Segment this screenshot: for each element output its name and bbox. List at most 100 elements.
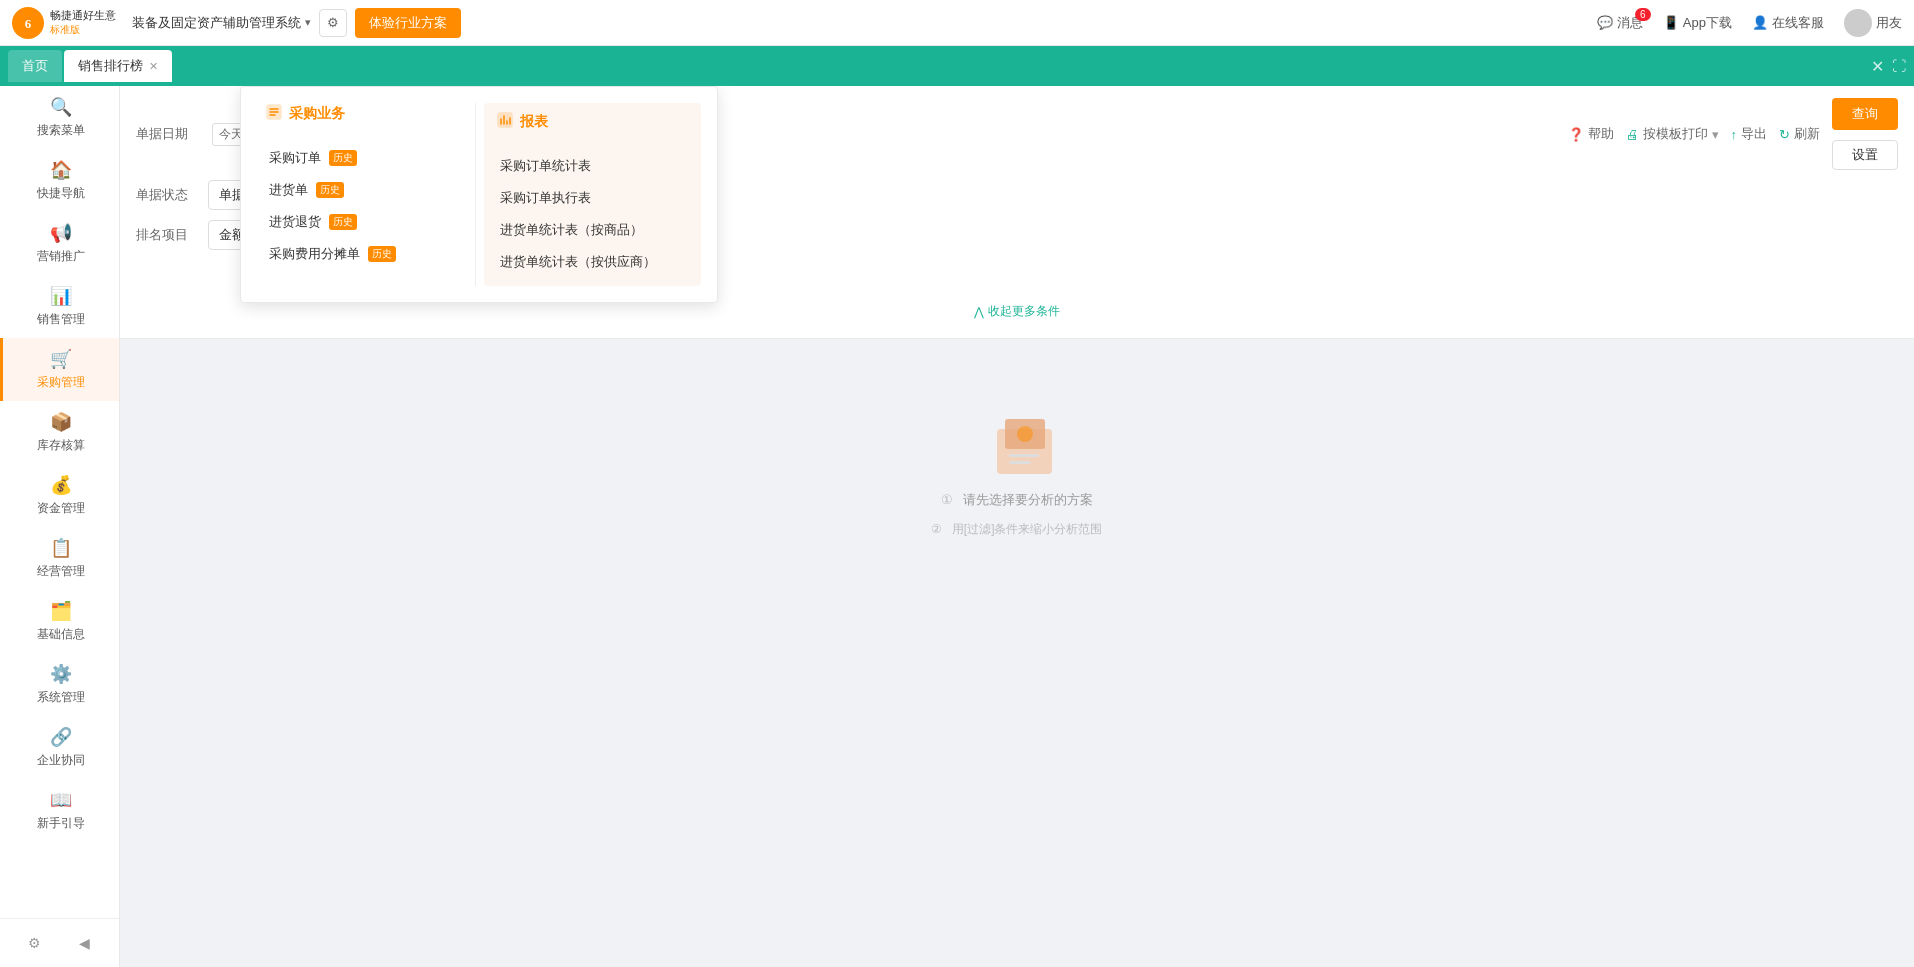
app-download-label: App下载	[1683, 14, 1732, 32]
sidebar-item-marketing[interactable]: 📢 营销推广	[0, 212, 119, 275]
sidebar-label-basic-info: 基础信息	[37, 626, 85, 643]
inventory-icon: 📦	[50, 411, 72, 433]
basic-info-icon: 🗂️	[50, 600, 72, 622]
home-icon: 🏠	[50, 159, 72, 181]
guide-icon: 📖	[50, 789, 72, 811]
main-layout: 🔍 搜索菜单 🏠 快捷导航 📢 营销推广 📊 销售管理 🛒 采购管理 📦 库存核…	[0, 86, 1914, 967]
sidebar-item-inventory[interactable]: 📦 库存核算	[0, 401, 119, 464]
sidebar-item-purchase[interactable]: 🛒 采购管理	[0, 338, 119, 401]
service-icon: 👤	[1752, 15, 1768, 30]
sidebar: 🔍 搜索菜单 🏠 快捷导航 📢 营销推广 📊 销售管理 🛒 采购管理 📦 库存核…	[0, 86, 120, 967]
menu-section-report-title: 报表	[496, 111, 690, 138]
industry-btn[interactable]: 体验行业方案	[355, 8, 461, 38]
menu-item-incoming-stats-goods[interactable]: 进货单统计表（按商品）	[496, 214, 690, 246]
refresh-icon: ↻	[1779, 127, 1790, 142]
svg-rect-8	[1009, 461, 1031, 464]
purchase-business-icon	[265, 103, 283, 124]
logo-text-block: 畅捷通好生意 标准版	[50, 8, 116, 36]
incoming-badge: 历史	[316, 182, 344, 198]
svg-point-3	[1850, 27, 1866, 35]
dropdown-menu: 采购业务 采购订单 历史 进货单 历史 进货退货 历史 采购费用分摊单 历史	[240, 86, 718, 303]
sidebar-label-quick-nav: 快捷导航	[37, 185, 85, 202]
settings-icon-button[interactable]: ⚙	[319, 9, 347, 37]
empty-state: ① 请先选择要分析的方案 ② 用[过滤]条件来缩小分析范围	[120, 339, 1914, 598]
print-btn[interactable]: 🖨 按模板打印 ▾	[1626, 125, 1719, 143]
marketing-icon: 📢	[50, 222, 72, 244]
sidebar-label-marketing: 营销推广	[37, 248, 85, 265]
rank-label: 排名项目	[136, 226, 196, 244]
query-btn[interactable]: 查询	[1832, 98, 1898, 130]
finance-icon: 💰	[50, 474, 72, 496]
logo-area: 6 畅捷通好生意 标准版	[12, 7, 132, 39]
menu-section-purchase: 采购业务 采购订单 历史 进货单 历史 进货退货 历史 采购费用分摊单 历史	[257, 103, 467, 286]
user-label: 用友	[1876, 14, 1902, 32]
menu-item-incoming-stats-supplier[interactable]: 进货单统计表（按供应商）	[496, 246, 690, 278]
empty-tip2: ② 用[过滤]条件来缩小分析范围	[931, 521, 1102, 538]
header-right: 💬 消息 6 📱 App下载 👤 在线客服 用友	[1597, 9, 1902, 37]
sidebar-label-enterprise: 企业协同	[37, 752, 85, 769]
sidebar-label-sales: 销售管理	[37, 311, 85, 328]
sidebar-item-search[interactable]: 🔍 搜索菜单	[0, 86, 119, 149]
sidebar-item-quick-nav[interactable]: 🏠 快捷导航	[0, 149, 119, 212]
sidebar-item-basic-info[interactable]: 🗂️ 基础信息	[0, 590, 119, 653]
menu-item-return[interactable]: 进货退货 历史	[265, 206, 459, 238]
sidebar-item-system[interactable]: ⚙️ 系统管理	[0, 653, 119, 716]
menu-item-purchase-order-stats[interactable]: 采购订单统计表	[496, 150, 690, 182]
sidebar-label-guide: 新手引导	[37, 815, 85, 832]
system-dropdown-arrow[interactable]: ▾	[305, 16, 311, 29]
search-icon: 🔍	[50, 96, 72, 118]
tab-bar-right: ✕ ⛶	[1871, 57, 1906, 76]
tab-sales-ranking[interactable]: 销售排行榜 ✕	[64, 50, 172, 82]
phone-icon: 📱	[1663, 15, 1679, 30]
tab-close-icon[interactable]: ✕	[149, 60, 158, 73]
close-all-tabs-icon[interactable]: ✕	[1871, 57, 1884, 76]
online-service-action[interactable]: 👤 在线客服	[1752, 14, 1824, 32]
sidebar-item-operations[interactable]: 📋 经营管理	[0, 527, 119, 590]
purchase-order-badge: 历史	[329, 150, 357, 166]
sidebar-settings-btn[interactable]: ⚙	[21, 929, 49, 957]
expand-icon[interactable]: ⛶	[1892, 58, 1906, 74]
online-service-label: 在线客服	[1772, 14, 1824, 32]
svg-text:6: 6	[25, 16, 32, 31]
enterprise-icon: 🔗	[50, 726, 72, 748]
header-middle: 装备及固定资产辅助管理系统 ▾ ⚙ 体验行业方案	[132, 8, 1597, 38]
date-label: 单据日期	[136, 125, 196, 143]
menu-item-purchase-order[interactable]: 采购订单 历史	[265, 142, 459, 174]
user-action[interactable]: 用友	[1844, 9, 1902, 37]
message-action[interactable]: 💬 消息 6	[1597, 14, 1643, 32]
logo-brand: 畅捷通好生意	[50, 8, 116, 22]
refresh-btn[interactable]: ↻ 刷新	[1779, 125, 1820, 143]
sidebar-label-search: 搜索菜单	[37, 122, 85, 139]
sidebar-item-guide[interactable]: 📖 新手引导	[0, 779, 119, 842]
export-btn[interactable]: ↑ 导出	[1731, 125, 1768, 143]
svg-point-2	[1854, 15, 1862, 23]
svg-point-6	[1017, 426, 1033, 442]
action-btns: 查询 设置	[1832, 98, 1898, 170]
print-dropdown-icon[interactable]: ▾	[1712, 127, 1719, 142]
sidebar-item-sales[interactable]: 📊 销售管理	[0, 275, 119, 338]
menu-item-cost-alloc[interactable]: 采购费用分摊单 历史	[265, 238, 459, 270]
cost-alloc-badge: 历史	[368, 246, 396, 262]
sidebar-bottom: ⚙ ◀	[0, 918, 119, 967]
svg-rect-7	[1009, 454, 1039, 457]
notification-badge: 6	[1635, 8, 1651, 21]
tab-home[interactable]: 首页	[8, 50, 62, 82]
menu-section-report: 报表 采购订单统计表 采购订单执行表 进货单统计表（按商品） 进货单统计表（按供…	[484, 103, 702, 286]
sidebar-label-operations: 经营管理	[37, 563, 85, 580]
message-icon: 💬	[1597, 15, 1613, 30]
system-name: 装备及固定资产辅助管理系统 ▾	[132, 14, 311, 32]
help-btn[interactable]: ❓ 帮助	[1568, 125, 1614, 143]
logo-edition: 标准版	[50, 23, 116, 37]
sidebar-collapse-btn[interactable]: ◀	[70, 929, 98, 957]
menu-item-purchase-order-exec[interactable]: 采购订单执行表	[496, 182, 690, 214]
export-icon: ↑	[1731, 127, 1738, 142]
set-btn[interactable]: 设置	[1832, 140, 1898, 170]
menu-item-incoming[interactable]: 进货单 历史	[265, 174, 459, 206]
toolbar-right: ❓ 帮助 🖨 按模板打印 ▾ ↑ 导出 ↻	[1568, 98, 1899, 170]
empty-illustration	[977, 399, 1057, 479]
app-download-action[interactable]: 📱 App下载	[1663, 14, 1732, 32]
menu-section-purchase-title: 采购业务	[265, 103, 459, 130]
sidebar-item-finance[interactable]: 💰 资金管理	[0, 464, 119, 527]
sidebar-item-enterprise[interactable]: 🔗 企业协同	[0, 716, 119, 779]
top-header: 6 畅捷通好生意 标准版 装备及固定资产辅助管理系统 ▾ ⚙ 体验行业方案 💬 …	[0, 0, 1914, 46]
